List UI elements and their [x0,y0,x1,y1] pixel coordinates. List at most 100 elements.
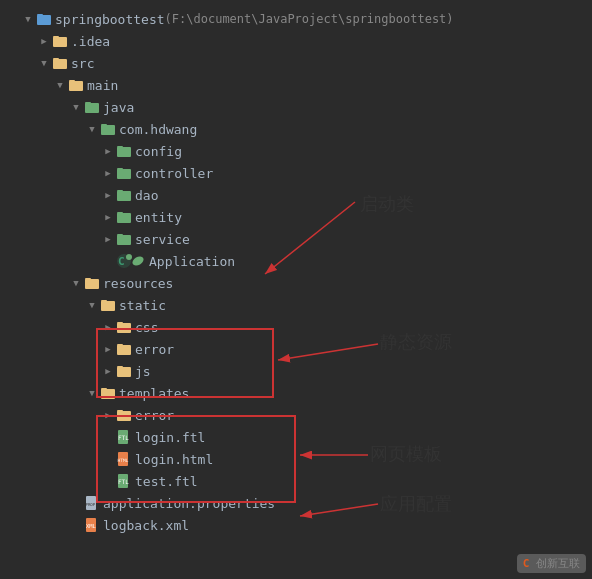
arrow-css[interactable] [100,319,116,335]
svg-rect-34 [117,367,131,377]
tree-row-login-html[interactable]: HTML login.html [4,448,588,470]
main-label: main [87,78,118,93]
js-label: js [135,364,151,379]
arrow-js[interactable] [100,363,116,379]
folder-error-templates-icon [116,407,132,423]
root-label: springboottest [55,12,165,27]
application-label: Application [149,254,235,269]
svg-rect-32 [117,345,131,355]
folder-config-icon [116,143,132,159]
folder-js-icon [116,363,132,379]
arrow-dao[interactable] [100,187,116,203]
logback-label: logback.xml [103,518,189,533]
folder-entity-icon [116,209,132,225]
svg-rect-9 [85,102,91,104]
file-test-ftl-icon: FTL [116,473,132,489]
login-html-label: login.html [135,452,213,467]
folder-main-icon [68,77,84,93]
idea-label: .idea [71,34,110,49]
arrow-resources[interactable] [68,275,84,291]
tree-row-idea[interactable]: .idea [4,30,588,52]
arrow-src[interactable] [36,55,52,71]
svg-rect-4 [53,59,67,69]
folder-java-icon [84,99,100,115]
svg-rect-33 [117,344,123,346]
folder-css-icon [116,319,132,335]
arrow-templates[interactable] [84,385,100,401]
tree-row-js[interactable]: js [4,360,588,382]
tree-row-test-ftl[interactable]: FTL test.ftl [4,470,588,492]
file-properties-icon: PROP [84,495,100,511]
tree-row-app-properties[interactable]: PROP application.properties [4,492,588,514]
folder-error-static-icon [116,341,132,357]
tree-row-application[interactable]: C Application [4,250,588,272]
arrow-root[interactable] [20,11,36,27]
resources-label: resources [103,276,173,291]
tree-row-entity[interactable]: entity [4,206,588,228]
root-path: (F:\document\JavaProject\springboottest) [165,12,454,26]
arrow-controller[interactable] [100,165,116,181]
svg-rect-35 [117,366,123,368]
svg-rect-37 [101,388,107,390]
arrow-test-ftl-empty [100,473,116,489]
tree-row-error-static[interactable]: error [4,338,588,360]
svg-point-25 [131,255,145,268]
arrow-error-templates[interactable] [100,407,116,423]
svg-text:FTL: FTL [118,478,129,485]
error-templates-label: error [135,408,174,423]
folder-templates-icon [100,385,116,401]
arrow-application-empty [100,253,116,269]
svg-rect-31 [117,322,123,324]
tree-row-java[interactable]: java [4,96,588,118]
arrow-entity[interactable] [100,209,116,225]
svg-rect-6 [69,81,83,91]
service-label: service [135,232,190,247]
spring-leaf-icon [130,253,146,269]
tree-row-templates[interactable]: templates [4,382,588,404]
tree-row-service[interactable]: service [4,228,588,250]
arrow-main[interactable] [52,77,68,93]
tree-row-css[interactable]: css [4,316,588,338]
svg-rect-8 [85,103,99,113]
arrow-error-static[interactable] [100,341,116,357]
folder-static-icon [100,297,116,313]
tree-row-config[interactable]: config [4,140,588,162]
svg-rect-12 [117,147,131,157]
folder-controller-icon [116,165,132,181]
tree-row-error-templates[interactable]: error [4,404,588,426]
tree-row-controller[interactable]: controller [4,162,588,184]
arrow-config[interactable] [100,143,116,159]
tree-row-main[interactable]: main [4,74,588,96]
tree-row-src[interactable]: src [4,52,588,74]
templates-label: templates [119,386,189,401]
tree-row-static[interactable]: static [4,294,588,316]
watermark-logo-icon: C [523,557,530,570]
app-properties-label: application.properties [103,496,275,511]
controller-label: controller [135,166,213,181]
arrow-login-ftl-empty [100,429,116,445]
folder-dao-icon [116,187,132,203]
svg-rect-28 [101,301,115,311]
arrow-logback-empty [68,517,84,533]
arrow-idea[interactable] [36,33,52,49]
tree-row-package[interactable]: com.hdwang [4,118,588,140]
arrow-static[interactable] [84,297,100,313]
tree-row-login-ftl[interactable]: FTL login.ftl [4,426,588,448]
arrow-login-html-empty [100,451,116,467]
svg-rect-0 [37,15,51,25]
arrow-java[interactable] [68,99,84,115]
arrow-package[interactable] [84,121,100,137]
svg-rect-38 [117,411,131,421]
svg-rect-11 [101,124,107,126]
css-label: css [135,320,158,335]
tree-row-root[interactable]: springboottest (F:\document\JavaProject\… [4,8,588,30]
svg-rect-1 [37,14,43,16]
config-label: config [135,144,182,159]
tree-row-dao[interactable]: dao [4,184,588,206]
svg-rect-13 [117,146,123,148]
arrow-service[interactable] [100,231,116,247]
tree-row-resources[interactable]: resources [4,272,588,294]
entity-label: entity [135,210,182,225]
tree-row-logback[interactable]: XML logback.xml [4,514,588,536]
folder-package-icon [100,121,116,137]
